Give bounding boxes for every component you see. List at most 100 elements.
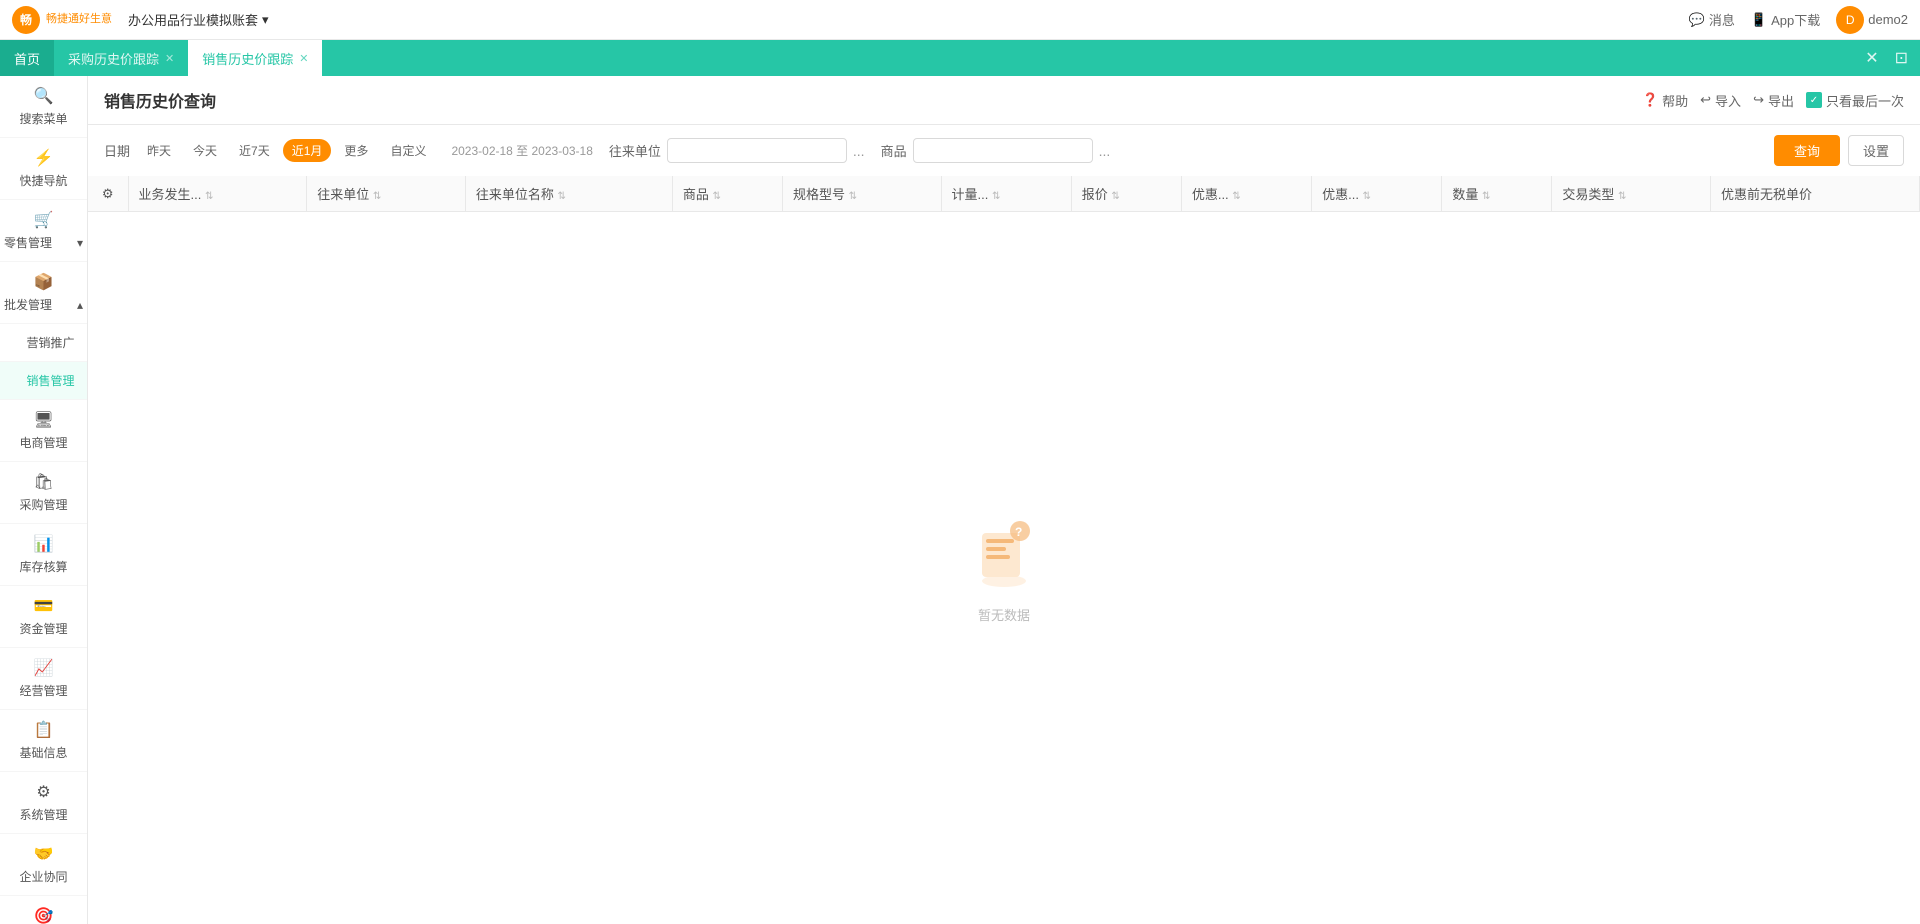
help-label: 帮助 [1662,91,1688,110]
sidebar-label-wholesale: 批发管理 [4,296,52,313]
tab-purchase[interactable]: 采购历史价跟踪 ✕ [54,40,188,76]
app-download-label: App下载 [1771,10,1820,29]
date-chips: 昨天 今天 近7天 近1月 更多 自定义 [138,139,435,162]
sidebar-label-finance: 资金管理 [19,620,67,637]
ecommerce-icon: 🖥 [33,410,53,430]
tab-sales[interactable]: 销售历史价跟踪 ✕ [188,40,322,76]
sidebar-item-search[interactable]: 🔍 搜索菜单 [0,76,87,138]
settings-button[interactable]: 设置 [1848,135,1904,166]
chip-last1m[interactable]: 近1月 [283,139,332,162]
message-button[interactable]: 💬 消息 [1689,10,1735,29]
import-label: 导入 [1715,91,1741,110]
sidebar-item-enterprise[interactable]: 🤝 企业协同 [0,834,87,896]
sidebar-label-basic-info: 基础信息 [19,744,67,761]
sidebar-item-finance[interactable]: 💳 资金管理 [0,586,87,648]
goods-dots[interactable]: ... [1099,143,1111,159]
sidebar-item-marketing[interactable]: 营销推广 [0,324,87,362]
col-spec[interactable]: 规格型号 ⇅ [782,176,941,212]
empty-state: ? 暂无数据 [88,212,1920,924]
chip-today[interactable]: 今天 [184,139,226,162]
chip-last7[interactable]: 近7天 [230,139,279,162]
tab-sales-close[interactable]: ✕ [299,52,308,65]
export-label: 导出 [1768,91,1794,110]
counterpart-filter-group: 往来单位 ... [609,138,865,163]
sidebar-item-sales-mgmt[interactable]: 销售管理 [0,362,87,400]
sidebar-item-wholesale[interactable]: 📦 批发管理 ▴ [0,262,87,324]
sidebar-label-enterprise: 企业协同 [19,868,67,885]
wholesale-expand-icon: ▴ [77,298,83,312]
export-button[interactable]: ↪ 导出 [1753,91,1794,110]
date-label: 日期 [104,141,130,160]
sidebar-label-marketing: 营销推广 [26,334,74,351]
finance-icon: 💳 [34,596,54,616]
col-discount1[interactable]: 优惠... ⇅ [1181,176,1311,212]
query-button[interactable]: 查询 [1774,135,1840,166]
date-range-text: 2023-02-18 至 2023-03-18 [451,142,592,159]
col-counterpart-name[interactable]: 往来单位名称 ⇅ [465,176,672,212]
page-title: 销售历史价查询 [104,88,216,112]
tab-purchase-label: 采购历史价跟踪 [68,49,159,68]
tab-home-label: 首页 [14,49,40,68]
table-container: ⚙ 业务发生... ⇅ 往来单位 ⇅ 往来单位名称 ⇅ 商品 ⇅ 规格型号 ⇅ … [88,176,1920,924]
svg-text:?: ? [1015,525,1022,539]
counterpart-input[interactable] [667,138,847,163]
col-pretax-price[interactable]: 优惠前无税单价 [1710,176,1919,212]
sidebar-item-quick-nav[interactable]: ⚡ 快捷导航 [0,138,87,200]
operations-icon: 📈 [34,658,54,678]
col-settings[interactable]: ⚙ [88,176,128,212]
logo-text: 畅捷通好生意 [46,12,112,26]
col-counterpart[interactable]: 往来单位 ⇅ [307,176,466,212]
only-last-label: 只看最后一次 [1826,91,1904,110]
sidebar-item-retail[interactable]: 🛒 零售管理 ▾ [0,200,87,262]
page-title-row: 销售历史价查询 ❓ 帮助 ↩ 导入 ↪ 导出 ✓ [104,88,1904,112]
sidebar-item-newbie[interactable]: 🎯 新手引导 [0,896,87,924]
counterpart-dots[interactable]: ... [853,143,865,159]
date-range-display: 2023-02-18 至 2023-03-18 [447,142,592,159]
import-button[interactable]: ↩ 导入 [1700,91,1741,110]
sidebar: 🔍 搜索菜单 ⚡ 快捷导航 🛒 零售管理 ▾ 📦 批发管理 ▴ 营销推广 销售管… [0,76,88,924]
export-icon: ↪ [1753,92,1764,108]
sidebar-label-retail: 零售管理 [4,234,52,251]
sidebar-label-ecommerce: 电商管理 [19,434,67,451]
help-icon: ❓ [1642,92,1658,108]
sidebar-label-sales-mgmt: 销售管理 [26,372,74,389]
content-area: 销售历史价查询 ❓ 帮助 ↩ 导入 ↪ 导出 ✓ [88,76,1920,924]
sidebar-item-system[interactable]: ⚙ 系统管理 [0,772,87,834]
goods-input[interactable] [913,138,1093,163]
tab-home[interactable]: 首页 [0,40,54,76]
col-biz-date[interactable]: 业务发生... ⇅ [128,176,307,212]
goods-label: 商品 [881,141,907,160]
col-unit[interactable]: 计量... ⇅ [941,176,1071,212]
col-discount2[interactable]: 优惠... ⇅ [1312,176,1442,212]
retail-icon: 🛒 [34,210,54,230]
only-last-checkbox[interactable]: ✓ 只看最后一次 [1806,91,1904,110]
tab-purchase-close[interactable]: ✕ [165,52,174,65]
col-goods[interactable]: 商品 ⇅ [672,176,782,212]
newbie-icon: 🎯 [34,906,54,924]
sidebar-item-operations[interactable]: 📈 经营管理 [0,648,87,710]
tab-close-all-button[interactable]: ✕ [1861,44,1882,72]
sidebar-item-ecommerce[interactable]: 🖥 电商管理 [0,400,87,462]
app-selector[interactable]: 办公用品行业模拟账套 ▾ [120,6,277,33]
tab-bar-actions: ✕ ⊡ [1861,44,1920,72]
sidebar-item-purchase[interactable]: 🛍 采购管理 [0,462,87,524]
purchase-icon: 🛍 [33,472,53,492]
chip-yesterday[interactable]: 昨天 [138,139,180,162]
filter-row: 日期 昨天 今天 近7天 近1月 更多 自定义 2023-02-18 至 202… [88,125,1920,176]
sidebar-label-inventory: 库存核算 [19,558,67,575]
chip-custom[interactable]: 自定义 [381,139,435,162]
goods-filter-group: 商品 ... [881,138,1111,163]
user-profile[interactable]: D demo2 [1836,6,1908,34]
tab-restore-button[interactable]: ⊡ [1891,44,1912,72]
sidebar-item-basic-info[interactable]: 📋 基础信息 [0,710,87,772]
filter-action-btns: 查询 设置 [1774,135,1904,166]
wholesale-icon: 📦 [34,272,54,292]
col-quantity[interactable]: 数量 ⇅ [1442,176,1552,212]
help-button[interactable]: ❓ 帮助 [1642,91,1688,110]
chip-more[interactable]: 更多 [335,139,377,162]
col-quote[interactable]: 报价 ⇅ [1071,176,1181,212]
col-trade-type[interactable]: 交易类型 ⇅ [1552,176,1711,212]
app-download-button[interactable]: 📱 App下载 [1751,10,1820,29]
user-name: demo2 [1868,12,1908,27]
sidebar-item-inventory[interactable]: 📊 库存核算 [0,524,87,586]
